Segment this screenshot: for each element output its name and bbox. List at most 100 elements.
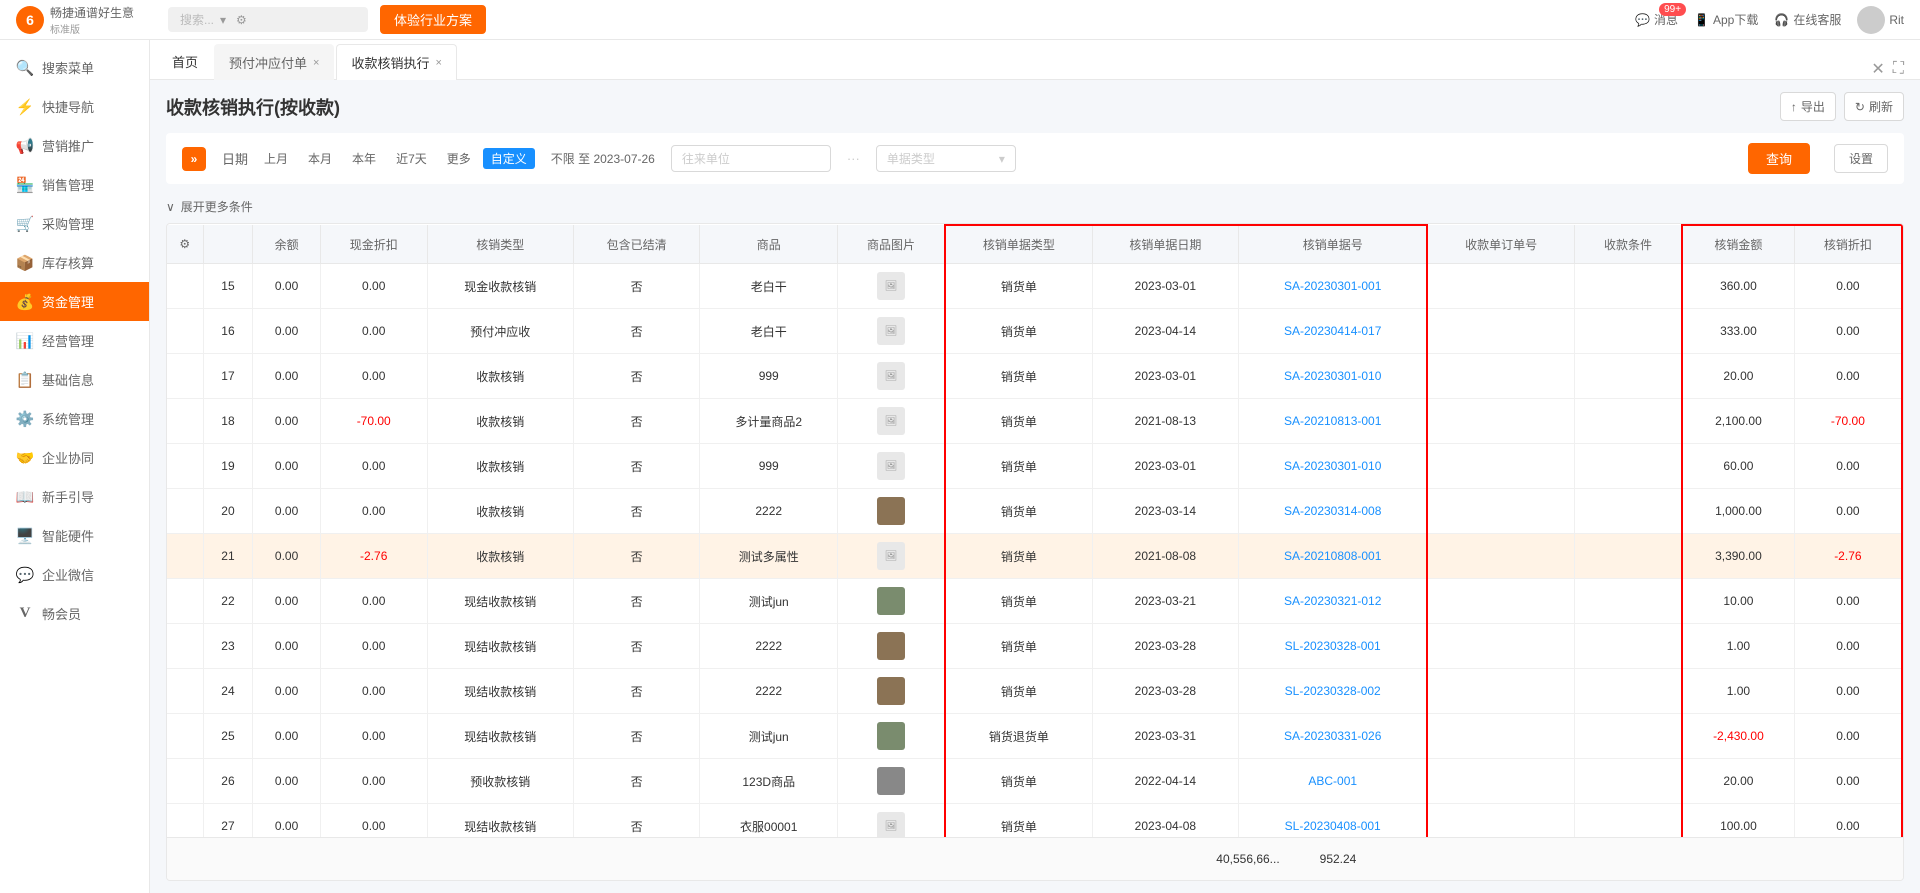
bill-no[interactable]: SA-20230301-010 (1239, 354, 1428, 399)
col-settings[interactable]: ⚙ (167, 225, 203, 264)
messages-button[interactable]: 💬 消息 99+ (1635, 11, 1678, 28)
sidebar-item-purchase[interactable]: 🛒 采购管理 (0, 204, 149, 243)
bill-no-link[interactable]: SL-20230408-001 (1285, 819, 1381, 833)
search-icon: 🔍 (16, 59, 34, 77)
bill-no-link[interactable]: SA-20230301-010 (1284, 459, 1381, 473)
row-num: 16 (203, 309, 253, 354)
date-last-7-days[interactable]: 近7天 (388, 148, 435, 169)
gear-icon[interactable]: ⚙ (236, 13, 247, 27)
expand-more-bar[interactable]: ∨ 展开更多条件 (166, 198, 1904, 215)
sidebar-item-inventory[interactable]: 📦 库存核算 (0, 243, 149, 282)
table-scroll-area[interactable]: ⚙ 余额 现金折扣 核销类型 包含已结清 商品 商品图片 核销单据类型 核销单据… (167, 224, 1903, 837)
app-download-button[interactable]: 📱 App下载 (1694, 11, 1758, 28)
sidebar-item-quick-nav[interactable]: ⚡ 快捷导航 (0, 87, 149, 126)
bill-no-link[interactable]: SA-20210808-001 (1284, 549, 1381, 563)
bill-no[interactable]: SA-20230314-008 (1239, 489, 1428, 534)
sidebar-item-operation[interactable]: 📊 经营管理 (0, 321, 149, 360)
sidebar-item-label: 新手引导 (42, 487, 94, 506)
bill-no[interactable]: SA-20210808-001 (1239, 534, 1428, 579)
bill-no-link[interactable]: SA-20210813-001 (1284, 414, 1381, 428)
bill-type: 销货单 (945, 444, 1092, 489)
bill-no-link[interactable]: SA-20230301-010 (1284, 369, 1381, 383)
date-last-month[interactable]: 上月 (256, 148, 296, 169)
filter-toggle-button[interactable]: » (182, 147, 206, 171)
footer-cell-6 (553, 846, 633, 872)
col-cash-discount: 现金折扣 (320, 225, 427, 264)
date-this-year[interactable]: 本年 (344, 148, 384, 169)
bill-no[interactable]: SA-20230321-012 (1239, 579, 1428, 624)
industry-solution-button[interactable]: 体验行业方案 (380, 5, 486, 34)
bill-no-link[interactable]: SA-20230301-001 (1284, 279, 1381, 293)
sidebar-item-basic-info[interactable]: 📋 基础信息 (0, 360, 149, 399)
writeoff-amount: 20.00 (1682, 759, 1794, 804)
goods: 999 (700, 444, 838, 489)
sidebar-item-finance[interactable]: 💰 资金管理 (0, 282, 149, 321)
goods: 999 (700, 354, 838, 399)
writeoff-discount: 0.00 (1794, 264, 1902, 309)
date-more[interactable]: 更多 (439, 148, 479, 169)
tab-close-collection[interactable]: × (435, 57, 441, 69)
sidebar-item-label: 库存核算 (42, 253, 94, 272)
close-window-icon[interactable]: ✕ (1871, 59, 1884, 79)
goods-image: 🖼 (877, 812, 905, 837)
include-settled: 否 (573, 804, 700, 838)
balance: 0.00 (253, 399, 320, 444)
settings-button[interactable]: 设置 (1834, 144, 1888, 173)
bill-no[interactable]: SA-20210813-001 (1239, 399, 1428, 444)
bill-type-select[interactable]: 单据类型 ▾ (876, 145, 1016, 172)
writeoff-type: 收款核销 (427, 489, 573, 534)
bill-no-link[interactable]: SA-20230314-008 (1284, 504, 1381, 518)
bill-type: 销货单 (945, 579, 1092, 624)
export-button[interactable]: ↑ 导出 (1780, 92, 1836, 121)
bill-no-link[interactable]: ABC-001 (1308, 774, 1357, 788)
sidebar-item-sales[interactable]: 🏪 销售管理 (0, 165, 149, 204)
bill-no[interactable]: SA-20230331-026 (1239, 714, 1428, 759)
tab-close-prepay[interactable]: × (313, 57, 319, 69)
bill-no-link[interactable]: SA-20230321-012 (1284, 594, 1381, 608)
writeoff-amount: 100.00 (1682, 804, 1794, 838)
counterpart-input[interactable]: 往来单位 (671, 145, 831, 172)
tab-label: 预付冲应付单 (229, 53, 307, 72)
bill-no[interactable]: SA-20230301-001 (1239, 264, 1428, 309)
date-custom[interactable]: 自定义 (483, 148, 535, 169)
refresh-button[interactable]: ↻ 刷新 (1844, 92, 1904, 121)
goods-image (877, 677, 905, 705)
user-area[interactable]: Rit (1857, 6, 1904, 34)
purchase-icon: 🛒 (16, 215, 34, 233)
bill-no-link[interactable]: SA-20230331-026 (1284, 729, 1381, 743)
balance: 0.00 (253, 669, 320, 714)
footer-writeoff-amount: 40,556,66... (1203, 846, 1293, 872)
bill-no[interactable]: SL-20230328-001 (1239, 624, 1428, 669)
sidebar-item-wechat[interactable]: 💬 企业微信 (0, 555, 149, 594)
sidebar-item-vip[interactable]: V 畅会员 (0, 594, 149, 633)
bill-no-link[interactable]: SA-20230414-017 (1284, 324, 1381, 338)
goods-image (877, 767, 905, 795)
bill-no[interactable]: SA-20230414-017 (1239, 309, 1428, 354)
bill-no[interactable]: ABC-001 (1239, 759, 1428, 804)
col-collection-order-no: 收款单订单号 (1427, 225, 1574, 264)
bill-no-link[interactable]: SL-20230328-001 (1285, 639, 1381, 653)
sidebar-item-guide[interactable]: 📖 新手引导 (0, 477, 149, 516)
bill-no[interactable]: SL-20230408-001 (1239, 804, 1428, 838)
bill-no[interactable]: SA-20230301-010 (1239, 444, 1428, 489)
online-service-button[interactable]: 🎧 在线客服 (1774, 11, 1841, 28)
tab-collection[interactable]: 收款核销执行 × (336, 44, 456, 80)
tab-home[interactable]: 首页 (158, 44, 212, 79)
search-input-area[interactable]: 搜索... ▾ ⚙ (168, 7, 368, 32)
settings-col (167, 669, 203, 714)
date-this-month[interactable]: 本月 (300, 148, 340, 169)
col-goods-img: 商品图片 (837, 225, 945, 264)
maximize-window-icon[interactable]: ⛶ (1893, 60, 1904, 78)
sidebar-item-search[interactable]: 🔍 搜索菜单 (0, 48, 149, 87)
bill-no[interactable]: SL-20230328-002 (1239, 669, 1428, 714)
sidebar-item-collab[interactable]: 🤝 企业协同 (0, 438, 149, 477)
tab-prepay[interactable]: 预付冲应付单 × (214, 44, 334, 80)
bill-date: 2022-04-14 (1092, 759, 1238, 804)
collection-terms (1574, 489, 1682, 534)
sidebar-item-marketing[interactable]: 📢 营销推广 (0, 126, 149, 165)
query-button[interactable]: 查询 (1748, 143, 1810, 174)
sidebar-item-hardware[interactable]: 🖥️ 智能硬件 (0, 516, 149, 555)
sidebar-item-system[interactable]: ⚙️ 系统管理 (0, 399, 149, 438)
bill-type: 销货单 (945, 534, 1092, 579)
bill-no-link[interactable]: SL-20230328-002 (1285, 684, 1381, 698)
